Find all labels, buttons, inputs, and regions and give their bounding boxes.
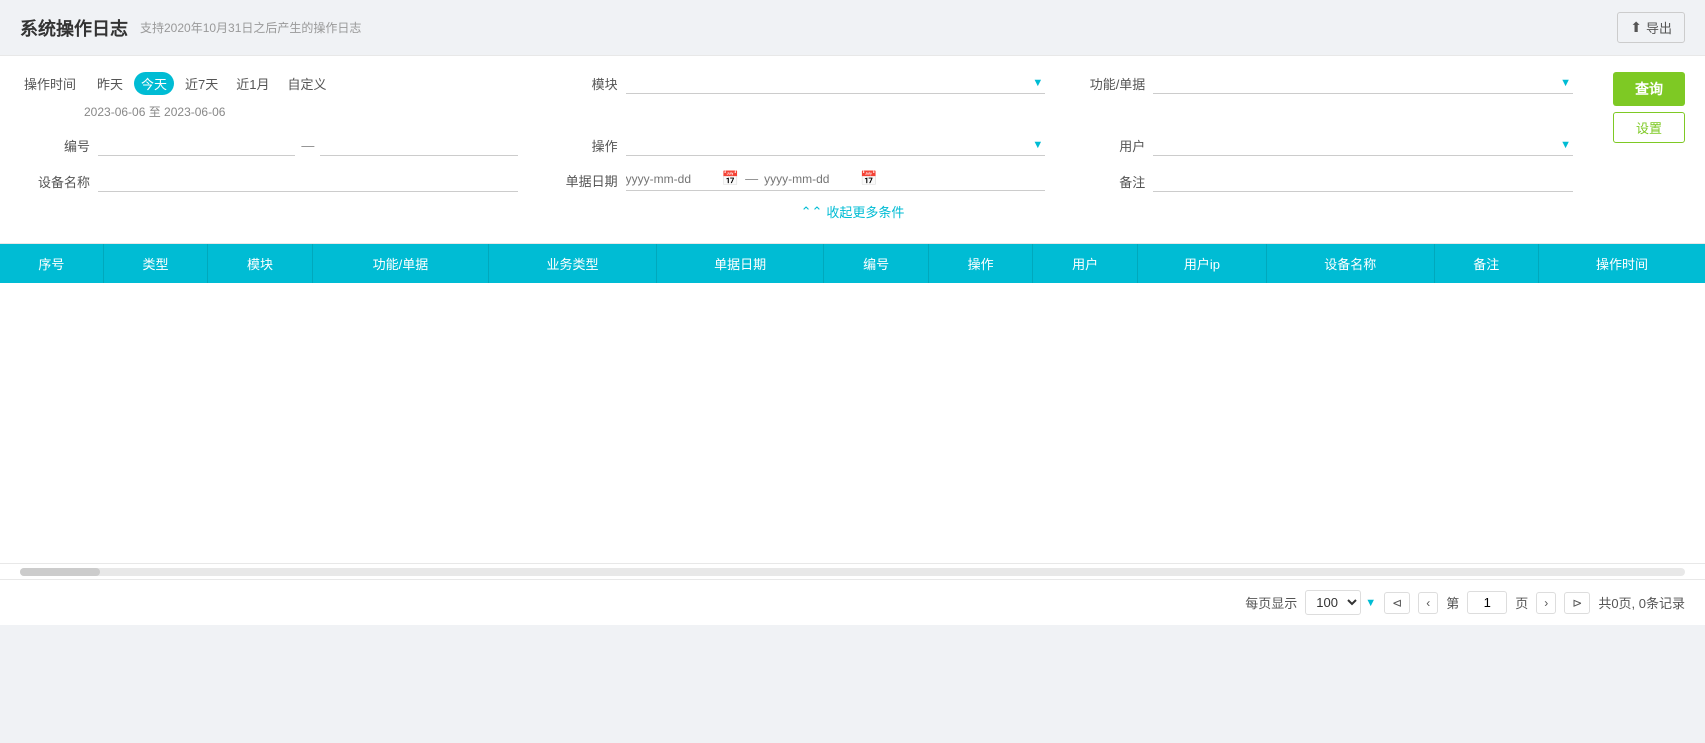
device-label: 设备名称 <box>20 172 90 191</box>
table-header-cell: 编号 <box>824 244 928 283</box>
calendar-to-icon[interactable]: 📅 <box>860 170 877 187</box>
query-button[interactable]: 查询 <box>1613 72 1685 106</box>
table-header-cell: 类型 <box>103 244 207 283</box>
operation-filter: 操作 ▼ <box>548 134 1046 156</box>
custom-btn[interactable]: 自定义 <box>281 72 334 95</box>
first-page-button[interactable]: ⊲ <box>1384 592 1410 614</box>
export-icon: ⬆ <box>1630 19 1642 36</box>
table-header-cell: 备注 <box>1434 244 1538 283</box>
calendar-from-icon[interactable]: 📅 <box>722 170 739 187</box>
table-container: 序号类型模块功能/单据业务类型单据日期编号操作用户用户ip设备名称备注操作时间 <box>0 244 1705 563</box>
number-to-input[interactable] <box>320 134 517 156</box>
table-header-cell: 操作 <box>928 244 1032 283</box>
operation-select[interactable] <box>626 134 1046 155</box>
page-header: 系统操作日志 支持2020年10月31日之后产生的操作日志 ⬆ 导出 <box>0 0 1705 55</box>
module-label: 模块 <box>548 74 618 93</box>
date-to-input[interactable] <box>764 172 854 186</box>
scrollbar-thumb[interactable] <box>20 568 100 576</box>
scrollbar-track <box>20 568 1685 576</box>
page-size-label: 每页显示 <box>1245 593 1297 612</box>
7days-btn[interactable]: 近7天 <box>178 72 225 95</box>
empty-area <box>0 283 1705 563</box>
remark-label: 备注 <box>1075 172 1145 191</box>
user-label: 用户 <box>1075 136 1145 155</box>
time-filter: 操作时间 昨天 今天 近7天 近1月 自定义 2023-06-06 至 2023… <box>20 72 518 120</box>
table-header-cell: 单据日期 <box>656 244 824 283</box>
date-separator: — <box>745 171 758 186</box>
page-subtitle: 支持2020年10月31日之后产生的操作日志 <box>140 19 361 36</box>
page-size-select[interactable]: 100 50 20 <box>1305 590 1361 615</box>
collapse-label: 收起更多条件 <box>826 202 904 221</box>
page-suffix: 页 <box>1515 593 1528 612</box>
function-filter: 功能/单据 ▼ <box>1075 72 1573 94</box>
scrollbar-area[interactable] <box>0 563 1705 579</box>
table-header-cell: 用户ip <box>1137 244 1266 283</box>
data-table: 序号类型模块功能/单据业务类型单据日期编号操作用户用户ip设备名称备注操作时间 <box>0 244 1705 283</box>
date-from-input[interactable] <box>626 172 716 186</box>
table-header-cell: 模块 <box>208 244 312 283</box>
module-select[interactable] <box>626 72 1046 93</box>
user-select[interactable] <box>1153 134 1573 155</box>
table-header-row: 序号类型模块功能/单据业务类型单据日期编号操作用户用户ip设备名称备注操作时间 <box>0 244 1705 283</box>
number-separator: — <box>301 138 314 153</box>
page-number-input[interactable] <box>1467 591 1507 614</box>
device-filter: 设备名称 <box>20 170 518 192</box>
device-input[interactable] <box>98 170 518 192</box>
next-page-button[interactable]: › <box>1536 592 1556 614</box>
remark-filter: 备注 <box>1075 170 1573 192</box>
operation-label: 操作 <box>548 136 618 155</box>
action-buttons: 查询 设置 <box>1613 72 1685 143</box>
function-label: 功能/单据 <box>1075 74 1145 93</box>
table-header-cell: 功能/单据 <box>312 244 488 283</box>
yesterday-btn[interactable]: 昨天 <box>90 72 130 95</box>
number-filter: 编号 — <box>20 134 518 156</box>
page-label: 第 <box>1446 593 1459 612</box>
time-label: 操作时间 <box>20 74 76 93</box>
time-range-display: 2023-06-06 至 2023-06-06 <box>84 103 518 120</box>
table-header-cell: 操作时间 <box>1539 244 1705 283</box>
last-page-button[interactable]: ⊳ <box>1564 592 1590 614</box>
export-button[interactable]: ⬆ 导出 <box>1617 12 1685 43</box>
number-label: 编号 <box>20 136 90 155</box>
filter-panel: 操作时间 昨天 今天 近7天 近1月 自定义 2023-06-06 至 2023… <box>0 55 1705 244</box>
module-filter: 模块 ▼ <box>548 72 1046 94</box>
collapse-up-icon: ⌃⌃ <box>801 204 823 220</box>
1month-btn[interactable]: 近1月 <box>229 72 276 95</box>
number-from-input[interactable] <box>98 134 295 156</box>
collapse-button[interactable]: ⌃⌃ 收起更多条件 <box>20 196 1685 227</box>
today-btn[interactable]: 今天 <box>134 72 174 95</box>
table-header-cell: 序号 <box>0 244 103 283</box>
table-header-cell: 用户 <box>1033 244 1137 283</box>
prev-page-button[interactable]: ‹ <box>1418 592 1438 614</box>
table-header-cell: 设备名称 <box>1266 244 1434 283</box>
date-label: 单据日期 <box>548 171 618 190</box>
remark-input[interactable] <box>1153 170 1573 192</box>
function-select[interactable] <box>1153 72 1573 93</box>
settings-button[interactable]: 设置 <box>1613 112 1685 143</box>
dropdown-arrow-icon: ▼ <box>1365 597 1376 609</box>
user-filter: 用户 ▼ <box>1075 134 1573 156</box>
date-filter: 单据日期 📅 — 📅 <box>548 170 1046 191</box>
page-title: 系统操作日志 <box>20 15 128 41</box>
page-summary: 共0页, 0条记录 <box>1598 593 1685 612</box>
pagination-bar: 每页显示 100 50 20 ▼ ⊲ ‹ 第 页 › ⊳ 共0页, 0条记录 <box>0 579 1705 625</box>
table-header-cell: 业务类型 <box>489 244 657 283</box>
